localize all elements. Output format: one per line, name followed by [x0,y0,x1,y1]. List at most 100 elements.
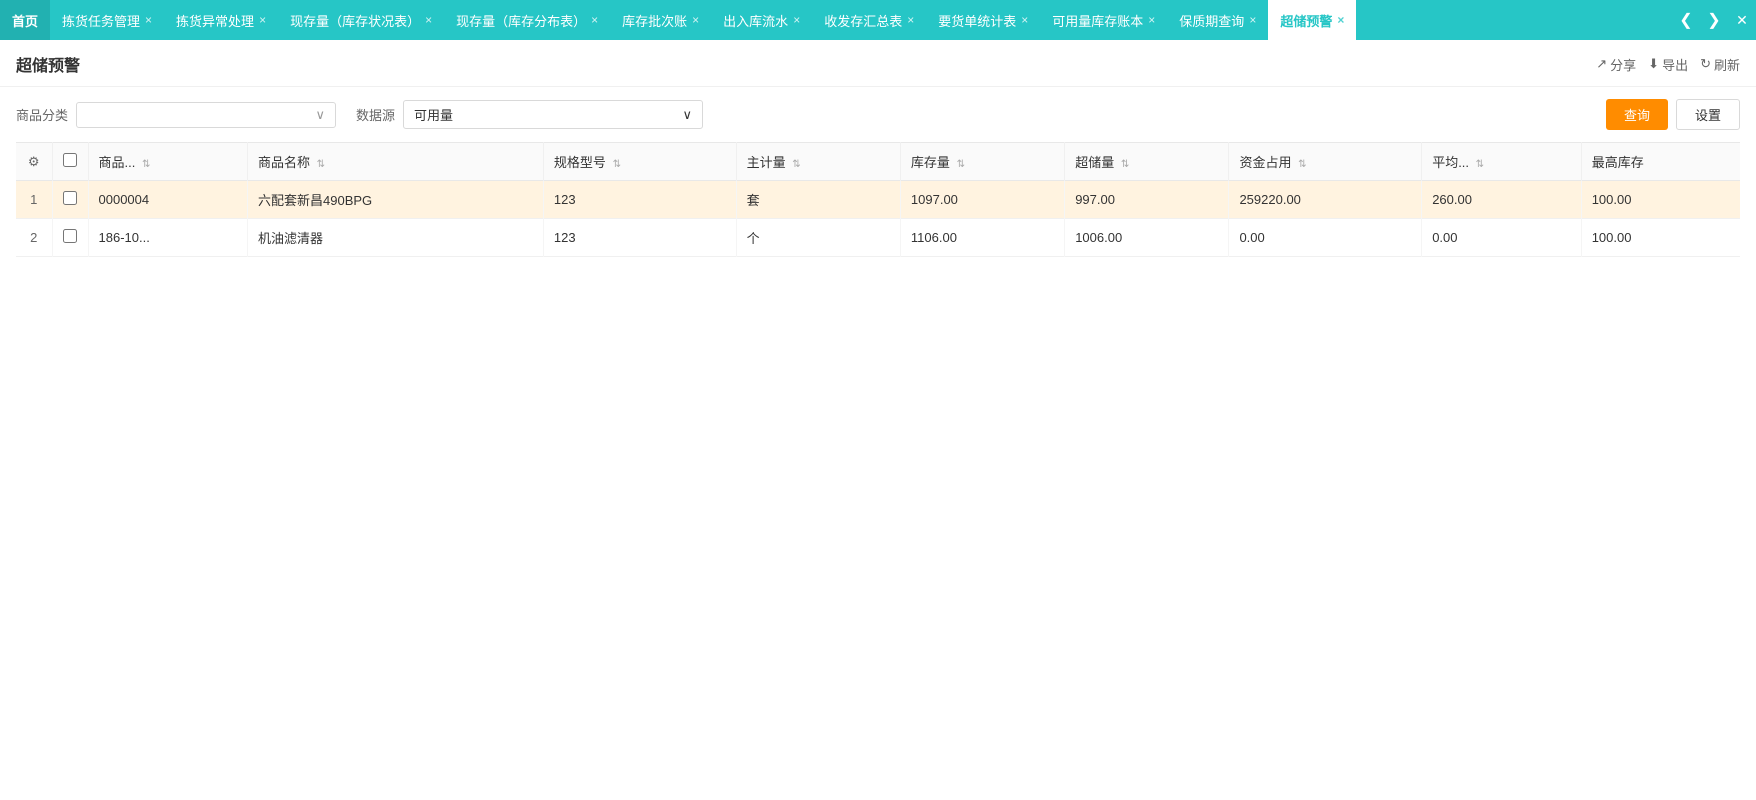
close-tab-icon-overstock-alert[interactable]: × [1337,13,1344,27]
row-checkbox[interactable] [63,229,77,243]
th-avg[interactable]: 平均... ⇅ [1422,143,1582,181]
cell-overstock: 997.00 [1065,181,1229,219]
filter-row: 商品分类 ∨ 数据源 可用量 ∨ 查询 设置 [0,87,1756,142]
topbar-item-expiry[interactable]: 保质期查询× [1167,0,1268,40]
th-settings: ⚙ [16,143,52,181]
th-product-name-label: 商品名称 [258,155,310,170]
sort-product-name-icon: ⇅ [317,159,325,170]
topbar-item-exception[interactable]: 拣货异常处理× [164,0,278,40]
nav-next-button[interactable]: ❯ [1700,0,1728,40]
data-table: ⚙ 商品... ⇅ 商品名称 ⇅ 规格型号 ⇅ [16,142,1740,257]
th-max-stock: 最高库存 [1581,143,1740,181]
export-link[interactable]: ⬇ 导出 [1648,55,1688,74]
page-header: 超储预警 ↗ 分享 ⬇ 导出 ↻ 刷新 [0,40,1756,87]
nav-prev-button[interactable]: ❮ [1672,0,1700,40]
page-title: 超储预警 [16,52,80,76]
datasource-label: 数据源 [356,105,395,124]
row-num: 2 [16,219,52,257]
topbar-nav-arrows: ❮ ❯ ✕ [1672,0,1756,40]
cell-avg: 0.00 [1422,219,1582,257]
th-product-code-label: 商品... [99,155,136,170]
th-spec[interactable]: 规格型号 ⇅ [543,143,736,181]
topbar-item-stock-dist[interactable]: 现存量（库存分布表）× [444,0,610,40]
close-tab-icon-stock-status[interactable]: × [425,13,432,27]
topbar-item-inout-flow[interactable]: 出入库流水× [711,0,812,40]
export-icon: ⬇ [1648,56,1659,72]
topbar-item-overstock-alert[interactable]: 超储预警× [1268,0,1356,40]
close-tab-icon-task-mgmt[interactable]: × [145,13,152,27]
select-all-checkbox[interactable] [63,153,77,167]
refresh-link[interactable]: ↻ 刷新 [1700,55,1740,74]
sort-overstock-icon: ⇅ [1121,159,1129,170]
cell-spec: 123 [543,219,736,257]
table-row: 1 0000004 六配套新昌490BPG 123 套 1097.00 997.… [16,181,1740,219]
datasource-filter: 数据源 可用量 ∨ [356,100,703,129]
topbar-item-batch-ledger[interactable]: 库存批次账× [610,0,711,40]
close-tab-icon-available-ledger[interactable]: × [1148,13,1155,27]
datasource-select[interactable]: 可用量 ∨ [403,100,703,129]
sort-spec-icon: ⇅ [613,159,621,170]
refresh-icon: ↻ [1700,56,1711,72]
settings-button[interactable]: 设置 [1676,99,1740,130]
sort-capital-icon: ⇅ [1298,159,1306,170]
th-stock[interactable]: 库存量 ⇅ [900,143,1064,181]
th-capital[interactable]: 资金占用 ⇅ [1229,143,1422,181]
sort-unit-icon: ⇅ [792,159,800,170]
th-product-code[interactable]: 商品... ⇅ [88,143,248,181]
page-actions: ↗ 分享 ⬇ 导出 ↻ 刷新 [1596,55,1740,74]
nav-close-button[interactable]: ✕ [1728,0,1756,40]
sort-stock-icon: ⇅ [957,159,965,170]
th-product-name[interactable]: 商品名称 ⇅ [248,143,544,181]
filter-actions: 查询 设置 [1606,99,1740,130]
query-button[interactable]: 查询 [1606,99,1668,130]
topbar-item-home[interactable]: 首页 [0,0,50,40]
sort-avg-icon: ⇅ [1476,159,1484,170]
th-unit-label: 主计量 [747,155,786,170]
cell-product-code: 0000004 [88,181,248,219]
cell-capital: 259220.00 [1229,181,1422,219]
topbar-item-summary[interactable]: 收发存汇总表× [812,0,926,40]
row-checkbox-cell [52,181,88,219]
th-spec-label: 规格型号 [554,155,606,170]
cell-spec: 123 [543,181,736,219]
th-overstock-label: 超储量 [1075,155,1114,170]
sort-product-code-icon: ⇅ [142,159,150,170]
table-row: 2 186-10... 机油滤清器 123 个 1106.00 1006.00 … [16,219,1740,257]
close-tab-icon-summary[interactable]: × [907,13,914,27]
share-icon: ↗ [1596,56,1607,72]
close-tab-icon-expiry[interactable]: × [1249,13,1256,27]
th-unit[interactable]: 主计量 ⇅ [736,143,900,181]
cell-max-stock: 100.00 [1581,219,1740,257]
row-checkbox-cell [52,219,88,257]
th-overstock[interactable]: 超储量 ⇅ [1065,143,1229,181]
table-body: 1 0000004 六配套新昌490BPG 123 套 1097.00 997.… [16,181,1740,257]
th-avg-label: 平均... [1432,155,1469,170]
cell-capital: 0.00 [1229,219,1422,257]
topbar-item-available-ledger[interactable]: 可用量库存账本× [1040,0,1167,40]
datasource-chevron-icon: ∨ [683,107,693,123]
datasource-value: 可用量 [414,105,453,124]
topbar-item-task-mgmt[interactable]: 拣货任务管理× [50,0,164,40]
close-tab-icon-inout-flow[interactable]: × [793,13,800,27]
cell-product-name: 六配套新昌490BPG [248,181,544,219]
close-tab-icon-exception[interactable]: × [259,13,266,27]
cell-overstock: 1006.00 [1065,219,1229,257]
category-select[interactable]: ∨ [76,102,336,128]
cell-stock: 1106.00 [900,219,1064,257]
close-tab-icon-batch-ledger[interactable]: × [692,13,699,27]
cell-avg: 260.00 [1422,181,1582,219]
th-checkbox [52,143,88,181]
column-settings-icon[interactable]: ⚙ [28,154,40,169]
topbar-item-order-stats[interactable]: 要货单统计表× [926,0,1040,40]
cell-product-name: 机油滤清器 [248,219,544,257]
close-tab-icon-stock-dist[interactable]: × [591,13,598,27]
row-num: 1 [16,181,52,219]
category-chevron-icon: ∨ [316,107,326,123]
row-checkbox[interactable] [63,191,77,205]
close-tab-icon-order-stats[interactable]: × [1021,13,1028,27]
share-link[interactable]: ↗ 分享 [1596,55,1636,74]
cell-unit: 个 [736,219,900,257]
topbar-item-stock-status[interactable]: 现存量（库存状况表）× [278,0,444,40]
topbar: 首页拣货任务管理×拣货异常处理×现存量（库存状况表）×现存量（库存分布表）×库存… [0,0,1756,40]
th-capital-label: 资金占用 [1239,155,1291,170]
